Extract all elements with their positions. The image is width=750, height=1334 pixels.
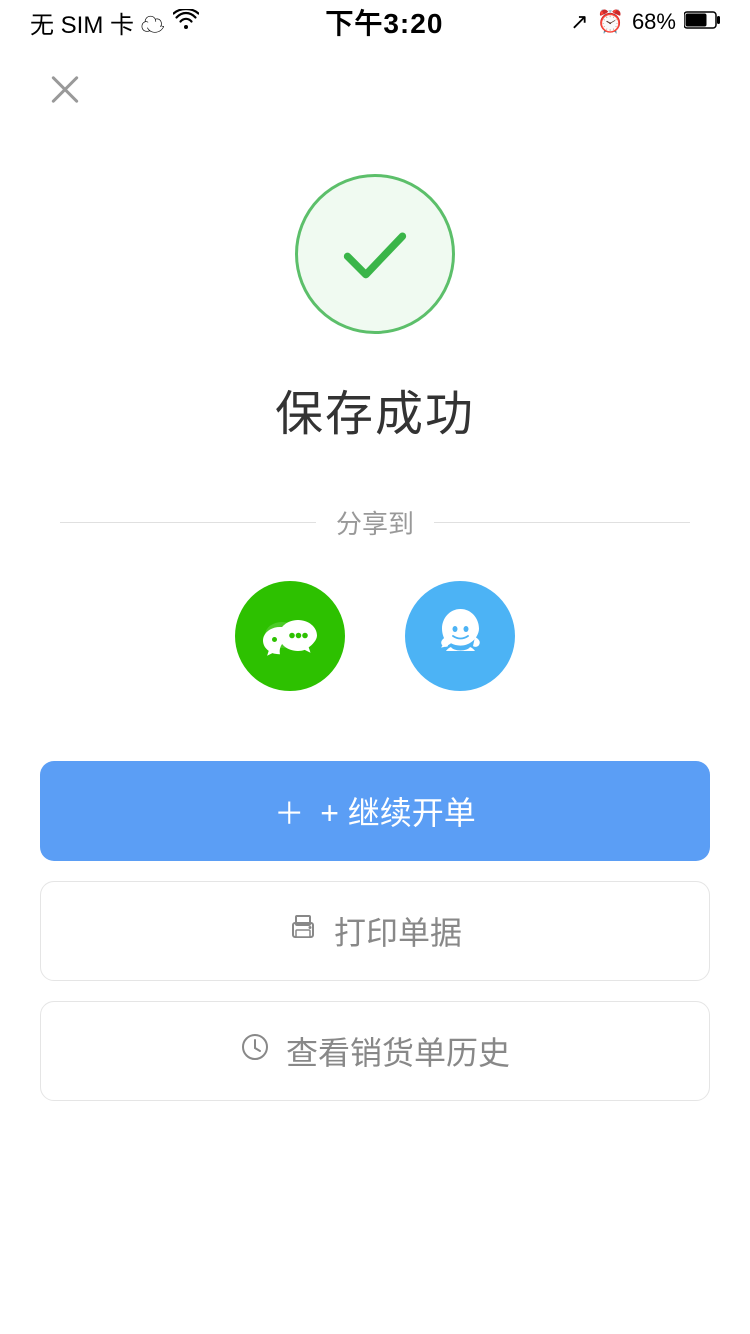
divider-line-left xyxy=(60,522,316,523)
print-label: 打印单据 xyxy=(334,908,462,954)
plus-icon: ＋ xyxy=(274,789,304,833)
history-button[interactable]: 查看销货单历史 xyxy=(40,1001,710,1101)
share-section: 分享到 xyxy=(0,504,750,691)
battery-icon xyxy=(684,9,720,35)
wechat-share-button[interactable] xyxy=(235,581,345,691)
close-button[interactable] xyxy=(40,64,90,114)
clock-icon xyxy=(240,1032,270,1070)
success-area: 保存成功 xyxy=(0,174,750,444)
continue-button[interactable]: ＋ + 继续开单 xyxy=(40,761,710,861)
history-label: 查看销货单历史 xyxy=(286,1028,510,1074)
actions-section: ＋ + 继续开单 打印单据 查看销货单历史 xyxy=(0,761,750,1101)
wifi-icon xyxy=(173,9,199,35)
print-button[interactable]: 打印单据 xyxy=(40,881,710,981)
location-icon: ↗ xyxy=(570,9,588,35)
share-icons xyxy=(235,581,515,691)
divider-line-right xyxy=(434,522,690,523)
qq-icon xyxy=(428,601,493,671)
status-right: ↗ ⏰ 68% xyxy=(570,9,720,35)
status-time: 下午3:20 xyxy=(325,2,443,42)
qq-share-button[interactable] xyxy=(405,581,515,691)
success-circle xyxy=(295,174,455,334)
alarm-icon: ⏰ xyxy=(597,9,624,35)
battery-status: 68% xyxy=(632,9,676,35)
wechat-icon xyxy=(258,601,323,671)
success-title: 保存成功 xyxy=(275,374,475,444)
share-label: 分享到 xyxy=(336,504,414,541)
share-divider: 分享到 xyxy=(0,504,750,541)
continue-label: + 继续开单 xyxy=(320,788,476,834)
status-left: 无 SIM 卡 ☁ xyxy=(30,5,199,40)
status-bar: 无 SIM 卡 ☁ 下午3:20 ↗ ⏰ 68% xyxy=(0,0,750,44)
sim-status: 无 SIM 卡 ☁ xyxy=(30,5,165,40)
printer-icon xyxy=(288,913,318,949)
